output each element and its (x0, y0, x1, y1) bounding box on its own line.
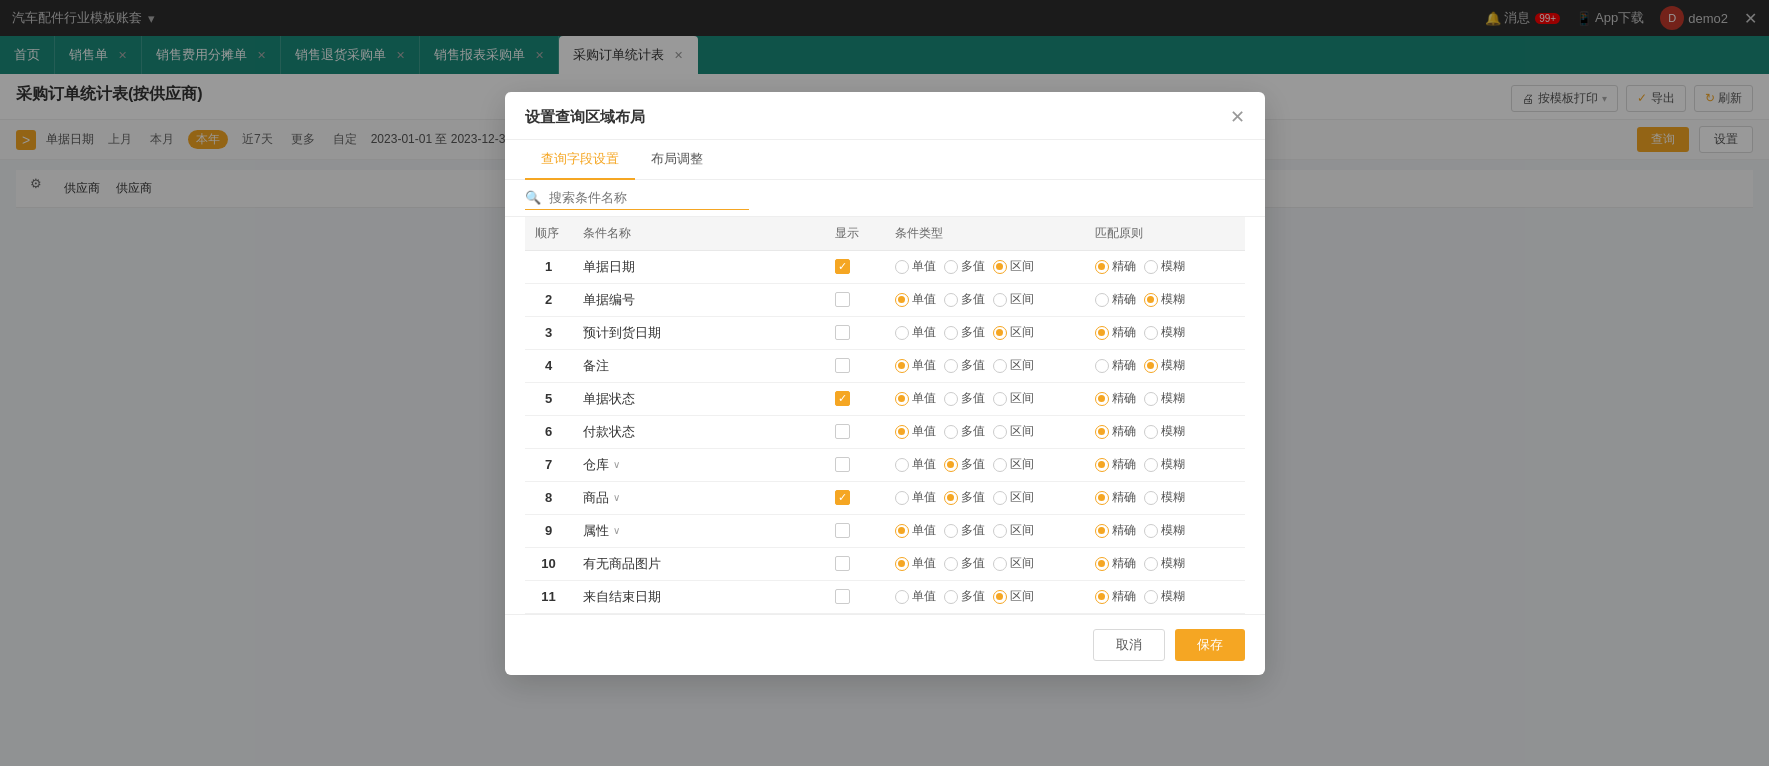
settings-modal: 设置查询区域布局 ✕ 查询字段设置 布局调整 🔍 顺序 (505, 92, 1265, 219)
search-input[interactable] (549, 190, 749, 205)
modal-search-section: 🔍 (505, 180, 1265, 217)
modal-header: 设置查询区域布局 ✕ (505, 92, 1265, 140)
modal-overlay: 设置查询区域布局 ✕ 查询字段设置 布局调整 🔍 顺序 (0, 0, 1769, 218)
modal-search-line: 🔍 (525, 190, 749, 210)
th-match: 匹配原则 (1085, 217, 1245, 219)
modal-close-button[interactable]: ✕ (1230, 108, 1245, 126)
search-icon: 🔍 (525, 190, 541, 205)
modal-table: 顺序 条件名称 显示 条件类型 匹配原则 1单据日期单值多值区间精确模糊2单据编… (505, 217, 1265, 219)
th-display: 显示 (825, 217, 885, 219)
modal-tabs: 查询字段设置 布局调整 (505, 140, 1265, 180)
tab-layout-adjust[interactable]: 布局调整 (635, 140, 719, 180)
tab-query-fields[interactable]: 查询字段设置 (525, 140, 635, 180)
th-type: 条件类型 (885, 217, 1085, 219)
modal-title: 设置查询区域布局 (525, 108, 645, 127)
th-name: 条件名称 (573, 217, 825, 219)
th-order: 顺序 (525, 217, 573, 219)
